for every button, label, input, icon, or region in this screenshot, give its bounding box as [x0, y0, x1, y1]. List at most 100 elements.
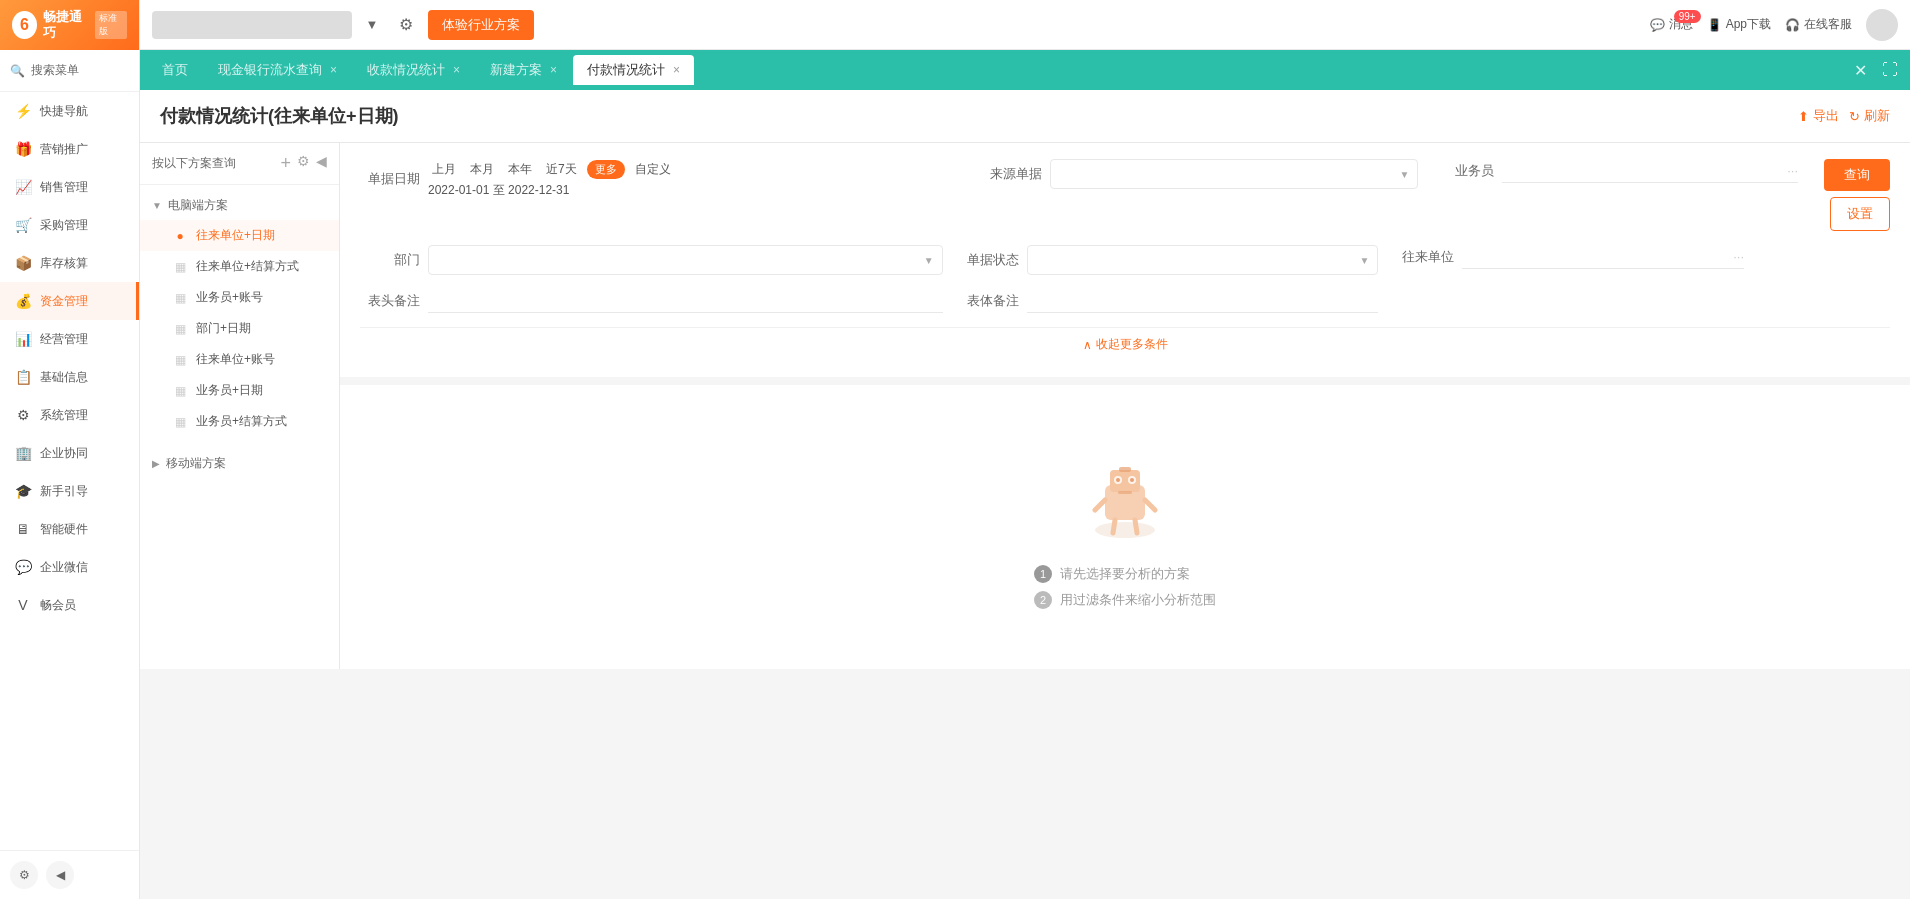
scheme-item-salesman-date[interactable]: ▦ 业务员+日期 [140, 375, 339, 406]
svg-point-0 [1095, 522, 1155, 538]
tip-text-1: 请先选择要分析的方案 [1060, 565, 1190, 583]
logo-text-area: 畅捷通巧 [43, 9, 89, 40]
sidebar-item-label: 基础信息 [40, 369, 88, 386]
unit-dots-icon[interactable]: ··· [1733, 249, 1744, 264]
salesman-date-icon: ▦ [172, 383, 188, 399]
scheme-item-label: 业务员+日期 [196, 382, 263, 399]
scheme-item-unit-settle[interactable]: ▦ 往来单位+结算方式 [140, 251, 339, 282]
address-dropdown-button[interactable]: ▼ [360, 13, 384, 37]
date-label: 单据日期 [360, 170, 420, 188]
sidebar-item-enterprise[interactable]: 🏢 企业协同 [0, 434, 139, 472]
quicknav-icon: ⚡ [14, 102, 32, 120]
body-note-input[interactable] [1027, 289, 1379, 313]
tab-payment-close[interactable]: × [673, 63, 680, 77]
page-header: 付款情况统计(往来单位+日期) ⬆ 导出 ↻ 刷新 [140, 90, 1910, 143]
salesman-dots-icon[interactable]: ··· [1787, 163, 1798, 178]
date-opt-7days[interactable]: 近7天 [542, 159, 581, 180]
scheme-item-salesman-settle[interactable]: ▦ 业务员+结算方式 [140, 406, 339, 437]
sidebar-item-operation[interactable]: 📊 经营管理 [0, 320, 139, 358]
scheme-item-unit-date[interactable]: ● 往来单位+日期 [140, 220, 339, 251]
scheme-item-salesman-account[interactable]: ▦ 业务员+账号 [140, 282, 339, 313]
scheme-item-unit-account[interactable]: ▦ 往来单位+账号 [140, 344, 339, 375]
logo-icon: 6 [12, 11, 37, 39]
tab-cashflow-close[interactable]: × [330, 63, 337, 77]
tab-receipt-close[interactable]: × [453, 63, 460, 77]
tab-payment[interactable]: 付款情况统计 × [573, 55, 694, 85]
salesman-label: 业务员 [1434, 162, 1494, 180]
basic-icon: 📋 [14, 368, 32, 386]
user-avatar[interactable] [1866, 9, 1898, 41]
wechat-icon: 💬 [14, 558, 32, 576]
service-button[interactable]: 🎧 在线客服 [1785, 16, 1852, 33]
sidebar-item-quicknav[interactable]: ⚡ 快捷导航 [0, 92, 139, 130]
tab-receipt[interactable]: 收款情况统计 × [353, 55, 474, 85]
sidebar-item-marketing[interactable]: 🎁 营销推广 [0, 130, 139, 168]
scheme-item-label: 业务员+结算方式 [196, 413, 287, 430]
tab-cashflow[interactable]: 现金银行流水查询 × [204, 55, 351, 85]
query-button[interactable]: 查询 [1824, 159, 1890, 191]
sidebar-bottom: ⚙ ◀ [0, 850, 139, 899]
trial-btn[interactable]: 体验行业方案 [428, 10, 534, 40]
scheme-group-mobile-title[interactable]: ▶ 移动端方案 [140, 449, 339, 478]
operation-icon: 📊 [14, 330, 32, 348]
page-title: 付款情况统计(往来单位+日期) [160, 104, 399, 128]
sidebar-item-wechat[interactable]: 💬 企业微信 [0, 548, 139, 586]
scheme-group-desktop: ▼ 电脑端方案 ● 往来单位+日期 ▦ 往来单位+结算方式 [140, 185, 339, 443]
header-note-input[interactable] [428, 289, 943, 313]
sidebar-settings-button[interactable]: ⚙ [10, 861, 38, 889]
sidebar-item-basic[interactable]: 📋 基础信息 [0, 358, 139, 396]
sidebar-item-inventory[interactable]: 📦 库存核算 [0, 244, 139, 282]
tab-newscheme-close[interactable]: × [550, 63, 557, 77]
sidebar-item-finance[interactable]: 💰 资金管理 [0, 282, 139, 320]
sidebar-item-newbie[interactable]: 🎓 新手引导 [0, 472, 139, 510]
tab-newscheme[interactable]: 新建方案 × [476, 55, 571, 85]
tab-maximize-button[interactable]: ⛶ [1878, 58, 1902, 82]
mobile-group-arrow: ▶ [152, 458, 160, 469]
tab-cashflow-label: 现金银行流水查询 [218, 61, 322, 79]
collapse-more-button[interactable]: ∧ 收起更多条件 [360, 327, 1890, 361]
dept-select[interactable]: ▼ [428, 245, 943, 275]
empty-tips: 1 请先选择要分析的方案 2 用过滤条件来缩小分析范围 [1034, 565, 1216, 609]
date-opt-this-year[interactable]: 本年 [504, 159, 536, 180]
scheme-item-dept-date[interactable]: ▦ 部门+日期 [140, 313, 339, 344]
date-opt-more[interactable]: 更多 [587, 160, 625, 179]
export-button[interactable]: ⬆ 导出 [1798, 107, 1839, 125]
sidebar-item-hardware[interactable]: 🖥 智能硬件 [0, 510, 139, 548]
sidebar-item-purchase[interactable]: 🛒 采购管理 [0, 206, 139, 244]
address-bar[interactable] [152, 11, 352, 39]
filter-salesman-field: 业务员 ··· [1434, 159, 1798, 183]
dept-dropdown-arrow: ▼ [924, 255, 934, 266]
scheme-panel-header: 按以下方案查询 + ⚙ ◀ [140, 143, 339, 185]
sidebar-collapse-button[interactable]: ◀ [46, 861, 74, 889]
tab-close-all-button[interactable]: ✕ [1848, 58, 1872, 82]
settings-button[interactable]: 设置 [1830, 197, 1890, 231]
filter-dept-field: 部门 ▼ [360, 245, 943, 275]
service-label: 在线客服 [1804, 16, 1852, 33]
sidebar-item-sales[interactable]: 📈 销售管理 [0, 168, 139, 206]
scheme-add-button[interactable]: + [280, 153, 291, 174]
sidebar-item-system[interactable]: ⚙ 系统管理 [0, 396, 139, 434]
refresh-button[interactable]: ↻ 刷新 [1849, 107, 1890, 125]
mobile-group-label: 移动端方案 [166, 455, 226, 472]
tab-home[interactable]: 首页 [148, 55, 202, 85]
bill-status-select[interactable]: ▼ [1027, 245, 1379, 275]
scheme-item-label: 往来单位+结算方式 [196, 258, 299, 275]
scheme-group-desktop-title[interactable]: ▼ 电脑端方案 [140, 191, 339, 220]
source-select[interactable]: ▼ [1050, 159, 1418, 189]
date-opt-this-month[interactable]: 本月 [466, 159, 498, 180]
search-section[interactable]: 🔍 搜索菜单 [0, 50, 139, 92]
scheme-collapse-button[interactable]: ◀ [316, 153, 327, 174]
svg-rect-7 [1118, 491, 1132, 494]
tip-num-1: 1 [1034, 565, 1052, 583]
app-download-button[interactable]: 📱 App下载 [1707, 16, 1771, 33]
date-opt-last-month[interactable]: 上月 [428, 159, 460, 180]
unit-label: 往来单位 [1394, 248, 1454, 266]
sidebar-item-vip[interactable]: V 畅会员 [0, 586, 139, 624]
unit-date-icon: ● [172, 228, 188, 244]
date-opt-custom[interactable]: 自定义 [631, 159, 675, 180]
search-menu-button[interactable]: 🔍 搜索菜单 [10, 58, 129, 83]
svg-line-10 [1113, 520, 1115, 533]
settings-gear-button[interactable]: ⚙ [392, 11, 420, 39]
message-button[interactable]: 💬 消息 99+ [1650, 16, 1693, 33]
scheme-settings-button[interactable]: ⚙ [297, 153, 310, 174]
